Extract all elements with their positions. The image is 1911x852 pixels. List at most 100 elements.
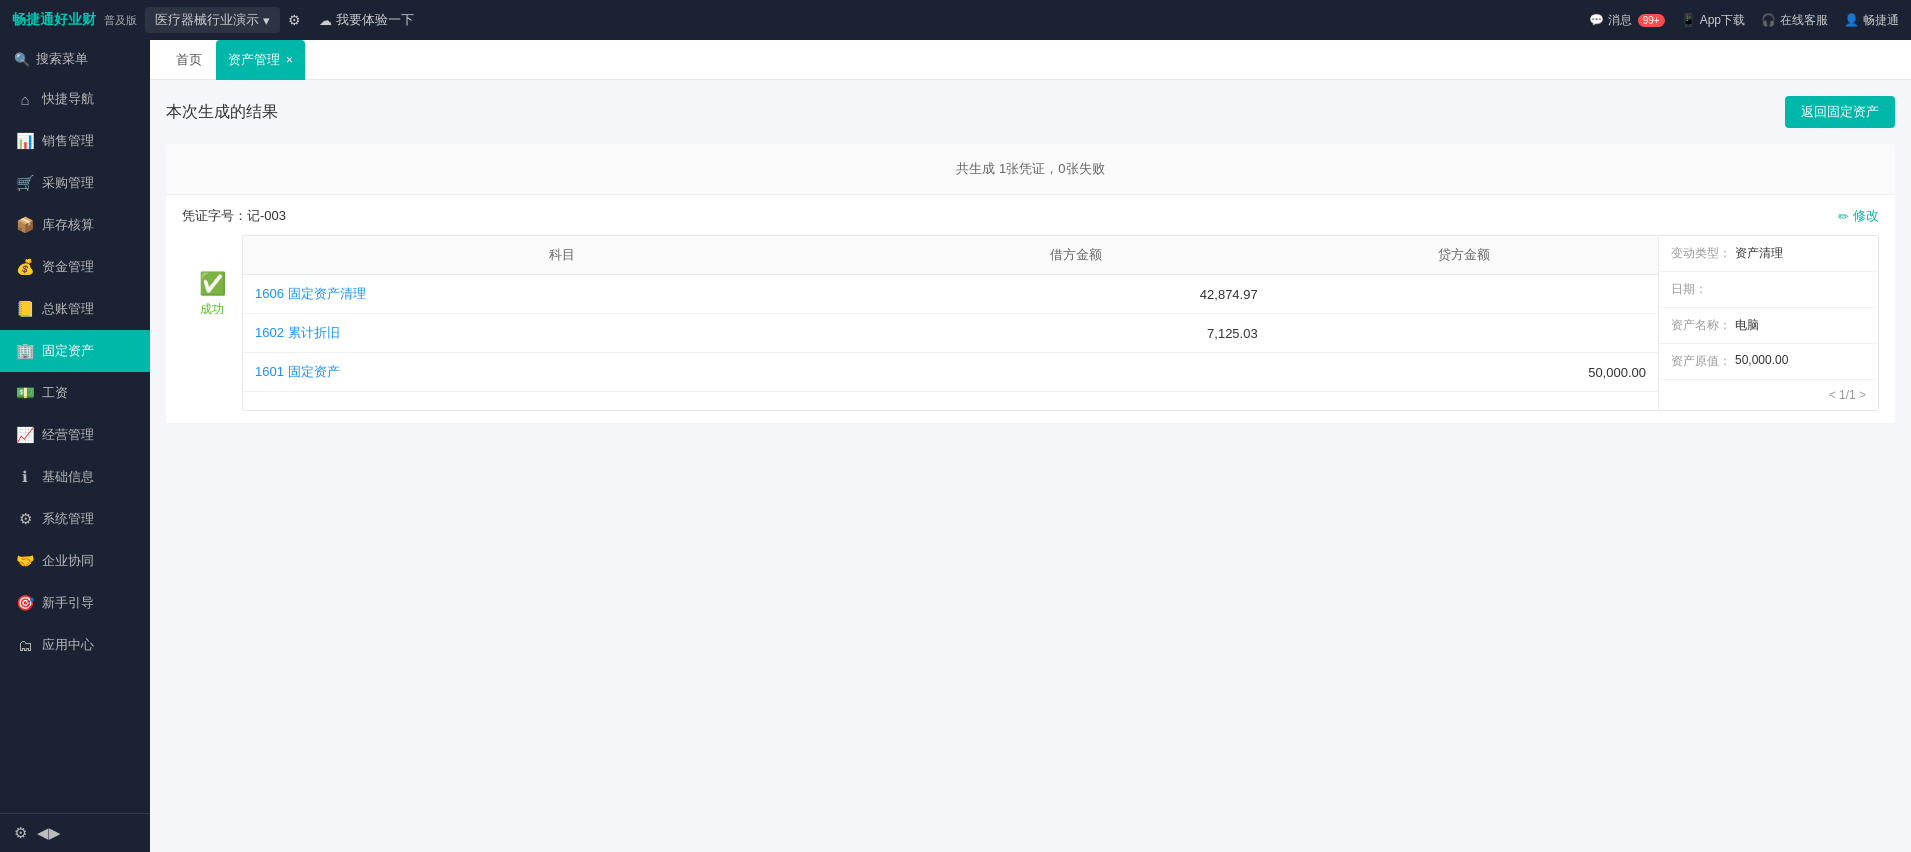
experience-button[interactable]: ☁ 我要体验一下 <box>309 7 424 33</box>
voucher-info-panel: 变动类型： 资产清理 日期： 资产名称： 电脑 <box>1659 235 1879 411</box>
sidebar-label-system: 系统管理 <box>42 510 94 528</box>
sidebar-label-sales: 销售管理 <box>42 132 94 150</box>
sidebar-label-capital: 资金管理 <box>42 258 94 276</box>
table-row: 1606 固定资产清理 42,874.97 <box>243 275 1658 314</box>
sidebar-item-basic-info[interactable]: ℹ 基础信息 <box>0 456 150 498</box>
change-type-label: 变动类型： <box>1671 245 1731 262</box>
sidebar-item-enterprise[interactable]: 🤝 企业协同 <box>0 540 150 582</box>
basic-info-icon: ℹ <box>16 468 34 486</box>
settings-bottom-icon[interactable]: ⚙ <box>14 824 27 842</box>
result-panel: 共生成 1张凭证，0张失败 凭证字号：记-003 ✏ 修改 <box>166 144 1895 423</box>
sidebar-label-quick-nav: 快捷导航 <box>42 90 94 108</box>
info-date: 日期： <box>1659 272 1878 308</box>
pagination[interactable]: < 1/1 > <box>1659 380 1878 410</box>
asset-value-label: 资产原值： <box>1671 353 1731 370</box>
message-action[interactable]: 💬 消息 99+ <box>1589 12 1665 29</box>
tab-home[interactable]: 首页 <box>166 43 212 77</box>
experience-label: 我要体验一下 <box>336 11 414 29</box>
success-label: 成功 <box>200 301 224 318</box>
headset-icon: 🎧 <box>1761 13 1776 27</box>
edit-icon: ✏ <box>1838 209 1849 224</box>
inventory-icon: 📦 <box>16 216 34 234</box>
voucher-number: 凭证字号：记-003 <box>182 207 286 225</box>
sidebar-label-fixed-assets: 固定资产 <box>42 342 94 360</box>
logo-text: 畅捷通好业财 <box>12 11 96 29</box>
search-icon: 🔍 <box>14 52 30 67</box>
sidebar-item-purchase[interactable]: 🛒 采购管理 <box>0 162 150 204</box>
guide-icon: 🎯 <box>16 594 34 612</box>
voucher-table: 科目 借方金额 贷方金额 1606 固定资产清理 <box>243 236 1658 392</box>
result-summary: 共生成 1张凭证，0张失败 <box>166 144 1895 195</box>
sidebar: 🔍 搜索菜单 ⌂ 快捷导航 📊 销售管理 🛒 采购管理 📦 库存核算 💰 资金管… <box>0 40 150 852</box>
row2-debit: 7,125.03 <box>881 314 1269 353</box>
asset-name-value: 电脑 <box>1735 317 1759 334</box>
support-label: 在线客服 <box>1780 12 1828 29</box>
settings-icon[interactable]: ⚙ <box>288 12 301 28</box>
voucher-content: 科目 借方金额 贷方金额 1606 固定资产清理 <box>242 235 1879 411</box>
sidebar-item-ledger[interactable]: 📒 总账管理 <box>0 288 150 330</box>
voucher-table-area: 科目 借方金额 贷方金额 1606 固定资产清理 <box>242 235 1659 411</box>
sidebar-label-apps: 应用中心 <box>42 636 94 654</box>
sidebar-label-operations: 经营管理 <box>42 426 94 444</box>
user-action[interactable]: 👤 畅捷通 <box>1844 12 1899 29</box>
info-asset-name: 资产名称： 电脑 <box>1659 308 1878 344</box>
edit-button[interactable]: ✏ 修改 <box>1838 207 1879 225</box>
mobile-icon: 📱 <box>1681 13 1696 27</box>
sidebar-item-fixed-assets[interactable]: 🏢 固定资产 <box>0 330 150 372</box>
message-icon: 💬 <box>1589 13 1604 27</box>
voucher-table-col: 科目 借方金额 贷方金额 1606 固定资产清理 <box>242 235 1879 411</box>
user-name: 畅捷通 <box>1863 12 1899 29</box>
sidebar-item-guide[interactable]: 🎯 新手引导 <box>0 582 150 624</box>
app-edition: 普及版 <box>104 13 137 28</box>
page-title: 本次生成的结果 <box>166 102 278 123</box>
user-icon: 👤 <box>1844 13 1859 27</box>
success-badge: ✅ 成功 <box>191 263 234 411</box>
fixed-assets-icon: 🏢 <box>16 342 34 360</box>
tab-close-icon[interactable]: × <box>286 53 293 67</box>
sidebar-item-capital[interactable]: 💰 资金管理 <box>0 246 150 288</box>
page-content: 本次生成的结果 返回固定资产 共生成 1张凭证，0张失败 凭证字号：记-003 … <box>150 80 1911 852</box>
info-change-type: 变动类型： 资产清理 <box>1659 236 1878 272</box>
sidebar-item-sales[interactable]: 📊 销售管理 <box>0 120 150 162</box>
company-selector[interactable]: 医疗器械行业演示 ▾ <box>145 7 280 33</box>
sidebar-label-basic-info: 基础信息 <box>42 468 94 486</box>
sales-icon: 📊 <box>16 132 34 150</box>
pagination-text[interactable]: < 1/1 > <box>1829 388 1866 402</box>
asset-name-label: 资产名称： <box>1671 317 1731 334</box>
sidebar-label-purchase: 采购管理 <box>42 174 94 192</box>
experience-icon: ☁ <box>319 13 332 28</box>
col-header-subject: 科目 <box>243 236 881 275</box>
row3-debit <box>881 353 1269 392</box>
operations-icon: 📈 <box>16 426 34 444</box>
voucher-body: ✅ 成功 <box>182 235 1879 411</box>
company-name: 医疗器械行业演示 <box>155 11 259 29</box>
sidebar-item-quick-nav[interactable]: ⌂ 快捷导航 <box>0 78 150 120</box>
app-download-label: App下载 <box>1700 12 1745 29</box>
sidebar-item-system[interactable]: ⚙ 系统管理 <box>0 498 150 540</box>
tab-asset-management[interactable]: 资产管理 × <box>216 40 305 80</box>
search-menu-label: 搜索菜单 <box>36 50 88 68</box>
col-header-debit: 借方金额 <box>881 236 1269 275</box>
row1-credit <box>1270 275 1658 314</box>
page-header: 本次生成的结果 返回固定资产 <box>166 96 1895 128</box>
voucher-section: 凭证字号：记-003 ✏ 修改 ✅ 成功 <box>166 195 1895 423</box>
info-asset-value: 资产原值： 50,000.00 <box>1659 344 1878 380</box>
home-icon: ⌂ <box>16 91 34 108</box>
top-header: 畅捷通好业财 普及版 医疗器械行业演示 ▾ ⚙ ☁ 我要体验一下 💬 消息 99… <box>0 0 1911 40</box>
sidebar-label-guide: 新手引导 <box>42 594 94 612</box>
capital-icon: 💰 <box>16 258 34 276</box>
sidebar-item-inventory[interactable]: 📦 库存核算 <box>0 204 150 246</box>
payroll-icon: 💵 <box>16 384 34 402</box>
tab-bar: 首页 资产管理 × <box>150 40 1911 80</box>
sidebar-label-ledger: 总账管理 <box>42 300 94 318</box>
collapse-icon[interactable]: ◀▶ <box>37 824 61 842</box>
sidebar-item-operations[interactable]: 📈 经营管理 <box>0 414 150 456</box>
sidebar-item-apps[interactable]: 🗂 应用中心 <box>0 624 150 666</box>
sidebar-item-payroll[interactable]: 💵 工资 <box>0 372 150 414</box>
app-download-action[interactable]: 📱 App下载 <box>1681 12 1745 29</box>
message-label: 消息 <box>1608 12 1632 29</box>
search-menu-item[interactable]: 🔍 搜索菜单 <box>0 40 150 78</box>
online-support-action[interactable]: 🎧 在线客服 <box>1761 12 1828 29</box>
sidebar-label-payroll: 工资 <box>42 384 68 402</box>
return-fixed-assets-button[interactable]: 返回固定资产 <box>1785 96 1895 128</box>
